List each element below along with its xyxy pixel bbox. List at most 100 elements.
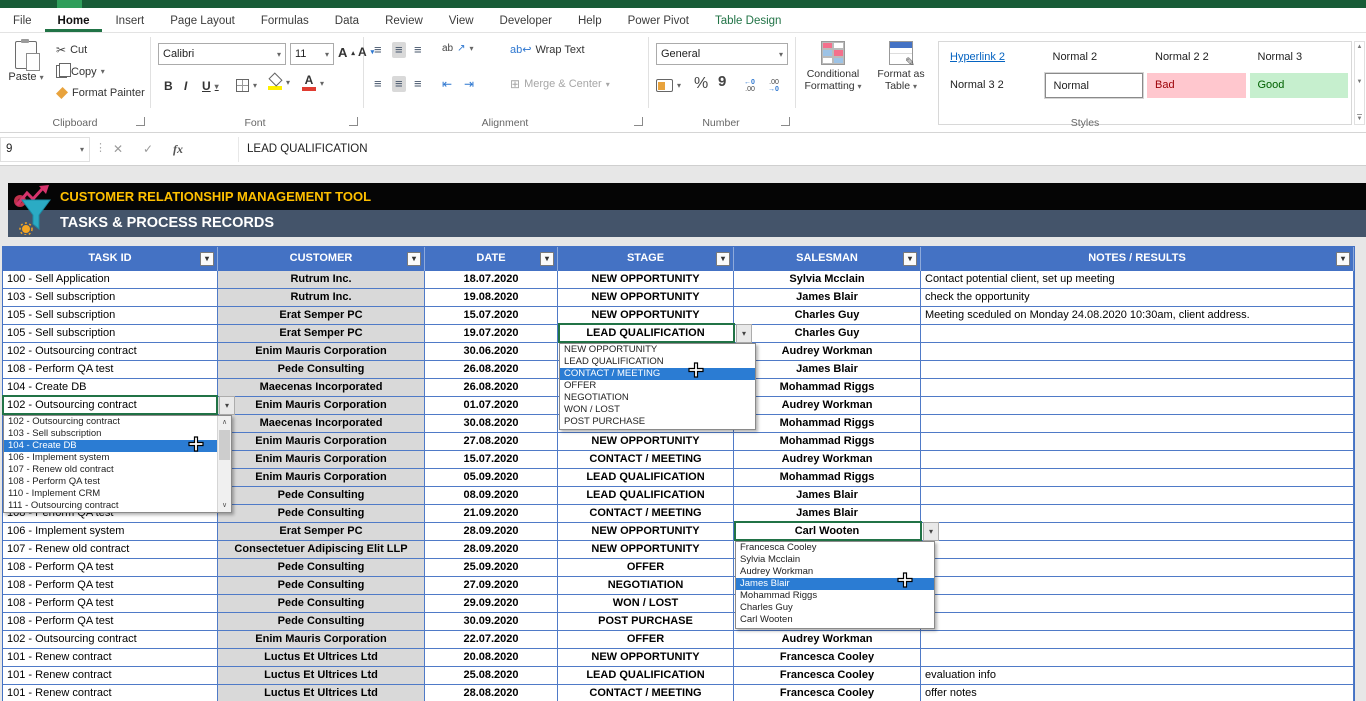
cell-notes[interactable] [921,595,1354,613]
cell-date[interactable]: 15.07.2020 [425,307,558,325]
percent-style-button[interactable]: % [694,75,708,93]
cell-date[interactable]: 25.08.2020 [425,667,558,685]
cell-customer[interactable]: Enim Mauris Corporation [218,433,425,451]
cell-customer[interactable]: Luctus Et Ultrices Ltd [218,667,425,685]
cell-date[interactable]: 25.09.2020 [425,559,558,577]
cell-task-id[interactable]: 105 - Sell subscription [3,307,218,325]
name-box[interactable]: 9 ▾ [0,137,90,162]
format-as-table-button[interactable]: Format as Table ▾ [868,41,934,93]
italic-button[interactable]: I [184,79,187,93]
align-right-icon[interactable]: ≡ [414,77,422,91]
cell-customer[interactable]: Enim Mauris Corporation [218,397,425,415]
cell-task-id[interactable]: 102 - Outsourcing contract [3,343,218,361]
task-dropdown-arrow-button[interactable] [219,396,235,415]
cell-stage[interactable]: NEW OPPORTUNITY [558,289,734,307]
cell-style-normal-2[interactable]: Normal 2 [1045,45,1144,70]
column-header-task-id[interactable]: TASK ID [3,247,218,271]
dropdown-option[interactable]: Francesca Cooley [736,542,934,554]
salesman-dropdown-arrow-button[interactable] [923,522,939,541]
tab-file[interactable]: File [0,11,45,32]
cell-stage[interactable]: OFFER [558,631,734,649]
cell-date[interactable]: 26.08.2020 [425,361,558,379]
conditional-formatting-button[interactable]: Conditional Formatting ▾ [800,41,866,93]
cell-task-id[interactable]: 103 - Sell subscription [3,289,218,307]
cell-stage[interactable]: NEW OPPORTUNITY [558,649,734,667]
tab-page-layout[interactable]: Page Layout [157,11,248,32]
cell-date[interactable]: 19.07.2020 [425,325,558,343]
cell-salesman[interactable]: James Blair [734,487,921,505]
cell-stage[interactable]: OFFER [558,559,734,577]
cell-task-id[interactable]: 108 - Perform QA test [3,577,218,595]
cell-style-normal-3[interactable]: Normal 3 [1250,45,1349,70]
cell-notes[interactable]: check the opportunity [921,289,1354,307]
align-bottom-icon[interactable]: ≡ [414,43,422,57]
cell-date[interactable]: 18.07.2020 [425,271,558,289]
cell-date[interactable]: 21.09.2020 [425,505,558,523]
column-header-date[interactable]: DATE [425,247,558,271]
cell-notes[interactable] [921,649,1354,667]
cell-notes[interactable] [921,379,1354,397]
clipboard-dialog-launcher[interactable] [136,117,145,126]
filter-button-notes[interactable] [1336,252,1350,266]
selected-cell-salesman[interactable] [734,521,922,541]
tab-review[interactable]: Review [372,11,436,32]
cell-date[interactable]: 20.08.2020 [425,649,558,667]
fill-color-button[interactable]: ▾ [268,75,290,90]
cell-customer[interactable]: Enim Mauris Corporation [218,469,425,487]
filter-button-stage[interactable] [716,252,730,266]
cell-stage[interactable]: CONTACT / MEETING [558,451,734,469]
cell-date[interactable]: 28.09.2020 [425,523,558,541]
cell-customer[interactable]: Pede Consulting [218,487,425,505]
cell-notes[interactable] [921,523,1354,541]
cell-salesman[interactable]: Mohammad Riggs [734,469,921,487]
cell-date[interactable]: 05.09.2020 [425,469,558,487]
cell-style-normal-2-2[interactable]: Normal 2 2 [1147,45,1246,70]
dropdown-option[interactable]: WON / LOST [560,404,755,416]
font-color-button[interactable]: A ▾ [302,75,324,91]
align-left-icon[interactable]: ≡ [374,77,382,91]
cell-date[interactable]: 28.08.2020 [425,685,558,701]
tab-view[interactable]: View [436,11,487,32]
cell-notes[interactable] [921,469,1354,487]
tab-home[interactable]: Home [45,11,103,32]
cell-stage[interactable]: WON / LOST [558,595,734,613]
cell-customer[interactable]: Pede Consulting [218,613,425,631]
cell-task-id[interactable]: 108 - Perform QA test [3,613,218,631]
tab-help[interactable]: Help [565,11,615,32]
tab-insert[interactable]: Insert [102,11,157,32]
cell-salesman[interactable]: Mohammad Riggs [734,433,921,451]
number-dialog-launcher[interactable] [781,117,790,126]
cell-task-id[interactable]: 108 - Perform QA test [3,559,218,577]
cell-customer[interactable]: Pede Consulting [218,577,425,595]
tab-developer[interactable]: Developer [487,11,565,32]
column-header-stage[interactable]: STAGE [558,247,734,271]
number-format-combobox[interactable]: General ▾ [656,43,788,65]
cell-task-id[interactable]: 101 - Renew contract [3,667,218,685]
dropdown-scrollbar[interactable]: ∧ ∨ [217,416,231,512]
cell-notes[interactable] [921,541,1354,559]
cell-salesman[interactable]: Charles Guy [734,307,921,325]
increase-indent-icon[interactable]: ⇥ [464,77,474,91]
cell-style-hyperlink-2[interactable]: Hyperlink 2 [942,45,1041,70]
cell-customer[interactable]: Consectetuer Adipiscing Elit LLP [218,541,425,559]
cell-notes[interactable] [921,361,1354,379]
dropdown-option[interactable]: POST PURCHASE [560,416,755,428]
cell-notes[interactable] [921,397,1354,415]
copy-button[interactable]: Copy ▾ [56,65,105,78]
cell-customer[interactable]: Pede Consulting [218,361,425,379]
cell-salesman[interactable]: Francesca Cooley [734,667,921,685]
font-dialog-launcher[interactable] [349,117,358,126]
cell-customer[interactable]: Maecenas Incorporated [218,379,425,397]
cell-notes[interactable] [921,343,1354,361]
merge-center-button[interactable]: ⊞ Merge & Center ▾ [510,77,610,91]
cut-button[interactable]: ✂ Cut [56,43,87,57]
cell-salesman[interactable]: Francesca Cooley [734,685,921,701]
cell-notes[interactable] [921,451,1354,469]
align-top-icon[interactable]: ≡ [374,43,382,57]
cell-notes[interactable] [921,505,1354,523]
tab-power-pivot[interactable]: Power Pivot [615,11,702,32]
cell-salesman[interactable]: Audrey Workman [734,631,921,649]
cell-salesman[interactable]: Mohammad Riggs [734,379,921,397]
column-header-salesman[interactable]: SALESMAN [734,247,921,271]
cell-customer[interactable]: Maecenas Incorporated [218,415,425,433]
